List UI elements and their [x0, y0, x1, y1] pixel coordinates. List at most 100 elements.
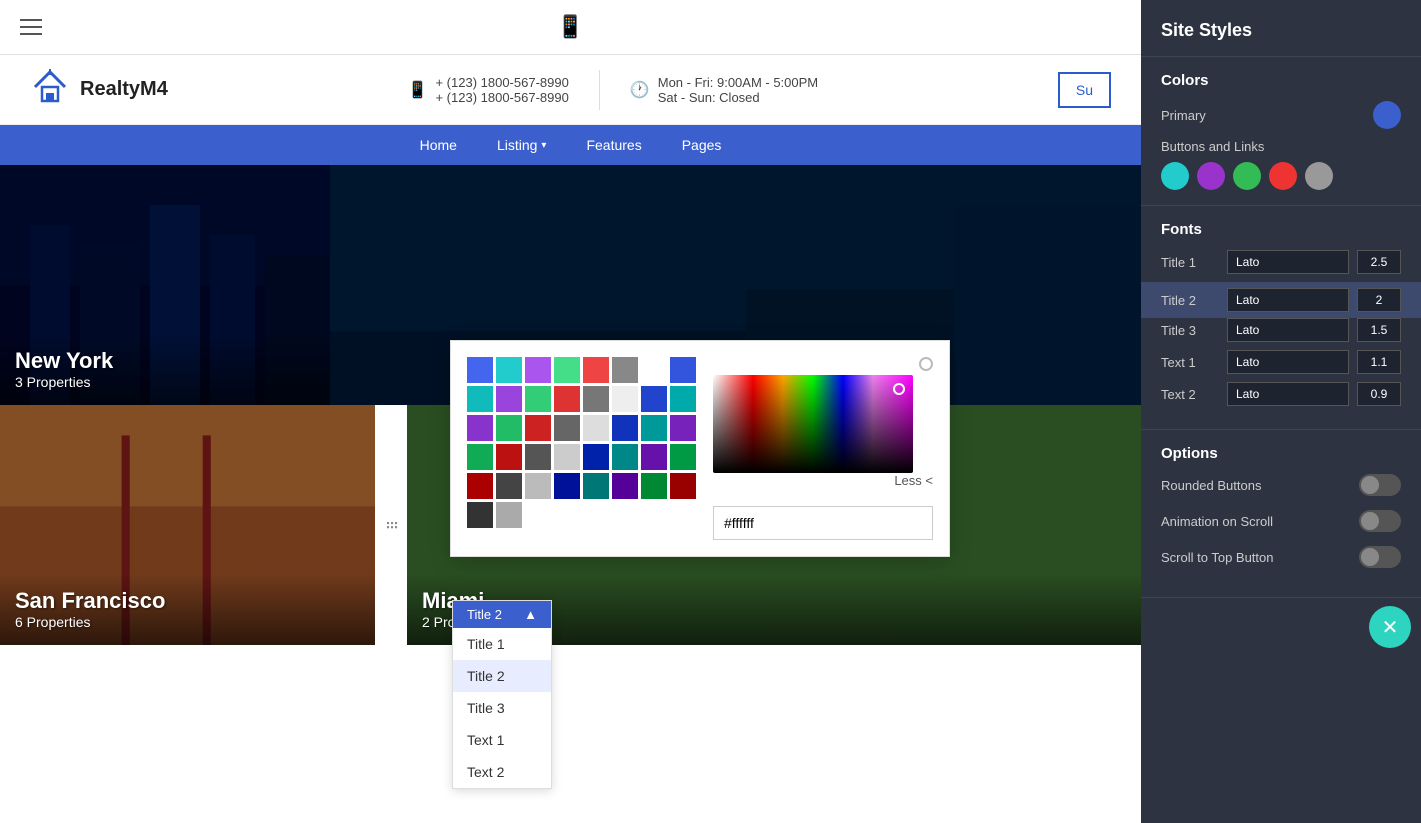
color-dot-red[interactable]	[1269, 162, 1297, 190]
font-size-title1[interactable]	[1357, 250, 1401, 274]
color-swatch[interactable]	[583, 357, 609, 383]
color-swatch[interactable]	[641, 444, 667, 470]
font-select-text1[interactable]: Lato	[1227, 350, 1349, 374]
color-swatch[interactable]	[496, 415, 522, 441]
property-name-sf: San Francisco	[15, 588, 360, 614]
color-swatch[interactable]	[554, 357, 580, 383]
color-swatch[interactable]	[641, 415, 667, 441]
color-swatch[interactable]	[612, 386, 638, 412]
color-swatch[interactable]	[583, 415, 609, 441]
color-swatch[interactable]	[641, 473, 667, 499]
color-swatch[interactable]	[525, 357, 551, 383]
scroll-top-toggle[interactable]	[1359, 546, 1401, 568]
color-swatch[interactable]	[496, 444, 522, 470]
less-button[interactable]: Less <	[713, 473, 933, 488]
hours1: Mon - Fri: 9:00AM - 5:00PM	[658, 75, 818, 90]
color-swatch[interactable]	[467, 473, 493, 499]
font-label-title1: Title 1	[1161, 255, 1219, 270]
font-option-text2[interactable]: Text 2	[453, 756, 551, 788]
nav-pages[interactable]: Pages	[682, 137, 722, 153]
color-swatch[interactable]	[496, 357, 522, 383]
color-swatch[interactable]	[467, 415, 493, 441]
font-size-title3[interactable]	[1357, 318, 1401, 342]
font-option-text1[interactable]: Text 1	[453, 724, 551, 756]
font-select-title1[interactable]: Lato	[1227, 250, 1349, 274]
nav-features[interactable]: Features	[586, 137, 641, 153]
color-swatch[interactable]	[496, 386, 522, 412]
color-dots-row	[1161, 162, 1401, 190]
rounded-buttons-toggle[interactable]	[1359, 474, 1401, 496]
font-size-text2[interactable]	[1357, 382, 1401, 406]
color-swatch[interactable]	[670, 444, 696, 470]
color-dot-gray[interactable]	[1305, 162, 1333, 190]
phone-icon: 📱	[408, 80, 428, 100]
font-option-title3[interactable]: Title 3	[453, 692, 551, 724]
color-gradient[interactable]	[713, 375, 913, 473]
primary-color-dot[interactable]	[1373, 101, 1401, 129]
color-dot-teal[interactable]	[1161, 162, 1189, 190]
font-dropdown-active-label[interactable]: Title 2 ▲	[453, 601, 551, 628]
logo-icon	[30, 65, 70, 114]
hex-input[interactable]	[713, 506, 933, 540]
font-option-title1[interactable]: Title 1	[453, 628, 551, 660]
hamburger-button[interactable]	[20, 19, 42, 35]
property-count-ny: 3 Properties	[15, 374, 315, 390]
color-swatch[interactable]	[554, 473, 580, 499]
animation-scroll-knob	[1361, 512, 1379, 530]
color-swatch[interactable]	[554, 415, 580, 441]
color-swatch[interactable]	[641, 386, 667, 412]
nav-listing[interactable]: Listing ▾	[497, 137, 547, 153]
color-dot-green[interactable]	[1233, 162, 1261, 190]
color-swatch[interactable]	[583, 386, 609, 412]
font-select-title2[interactable]: Lato	[1227, 288, 1349, 312]
mobile-preview-icon[interactable]: 📱	[557, 14, 584, 40]
color-swatch[interactable]	[612, 473, 638, 499]
font-row-text2: Text 2 Lato	[1161, 382, 1401, 406]
property-card-sanfrancisco[interactable]: San Francisco 6 Properties	[0, 405, 375, 645]
colors-section: Colors Primary Buttons and Links	[1141, 57, 1421, 206]
font-size-title2[interactable]	[1357, 288, 1401, 312]
site-logo: RealtyM4	[30, 65, 168, 114]
animation-scroll-toggle[interactable]	[1359, 510, 1401, 532]
subscribe-button[interactable]: Su	[1058, 72, 1111, 108]
color-swatch[interactable]	[525, 386, 551, 412]
color-swatch[interactable]	[670, 386, 696, 412]
scroll-top-label: Scroll to Top Button	[1161, 550, 1274, 565]
clock-icon: 🕐	[630, 80, 650, 100]
site-name: RealtyM4	[80, 78, 168, 101]
color-swatch[interactable]	[496, 473, 522, 499]
font-dropdown-popup[interactable]: Title 2 ▲ Title 1 Title 2 Title 3 Text 1…	[452, 600, 552, 789]
close-fab-button[interactable]: ✕	[1369, 606, 1411, 648]
color-swatch[interactable]	[525, 415, 551, 441]
color-swatch[interactable]	[670, 357, 696, 383]
color-swatch[interactable]	[467, 444, 493, 470]
color-swatch[interactable]	[612, 444, 638, 470]
color-swatch[interactable]	[525, 473, 551, 499]
color-swatch[interactable]	[525, 444, 551, 470]
font-option-title2[interactable]: Title 2	[453, 660, 551, 692]
color-swatch[interactable]	[670, 473, 696, 499]
color-swatch[interactable]	[612, 415, 638, 441]
color-swatch[interactable]	[641, 357, 667, 383]
color-dot-purple[interactable]	[1197, 162, 1225, 190]
font-select-title3[interactable]: Lato	[1227, 318, 1349, 342]
gradient-indicator	[893, 383, 905, 395]
color-swatch[interactable]	[670, 415, 696, 441]
color-swatch[interactable]	[583, 473, 609, 499]
color-swatch[interactable]	[496, 502, 522, 528]
color-swatch[interactable]	[612, 357, 638, 383]
color-swatches-container	[467, 357, 697, 540]
font-size-text1[interactable]	[1357, 350, 1401, 374]
property-name-ny: New York	[15, 348, 315, 374]
color-swatch[interactable]	[467, 357, 493, 383]
color-swatch[interactable]	[467, 502, 493, 528]
property-card-newyork[interactable]: New York 3 Properties	[0, 165, 330, 405]
color-picker-popup[interactable]: Less <	[450, 340, 950, 557]
nav-home[interactable]: Home	[420, 137, 457, 153]
color-swatch[interactable]	[467, 386, 493, 412]
color-swatch[interactable]	[554, 386, 580, 412]
color-swatch[interactable]	[554, 444, 580, 470]
buttons-links-label: Buttons and Links	[1161, 139, 1401, 154]
color-swatch[interactable]	[583, 444, 609, 470]
font-select-text2[interactable]: Lato	[1227, 382, 1349, 406]
